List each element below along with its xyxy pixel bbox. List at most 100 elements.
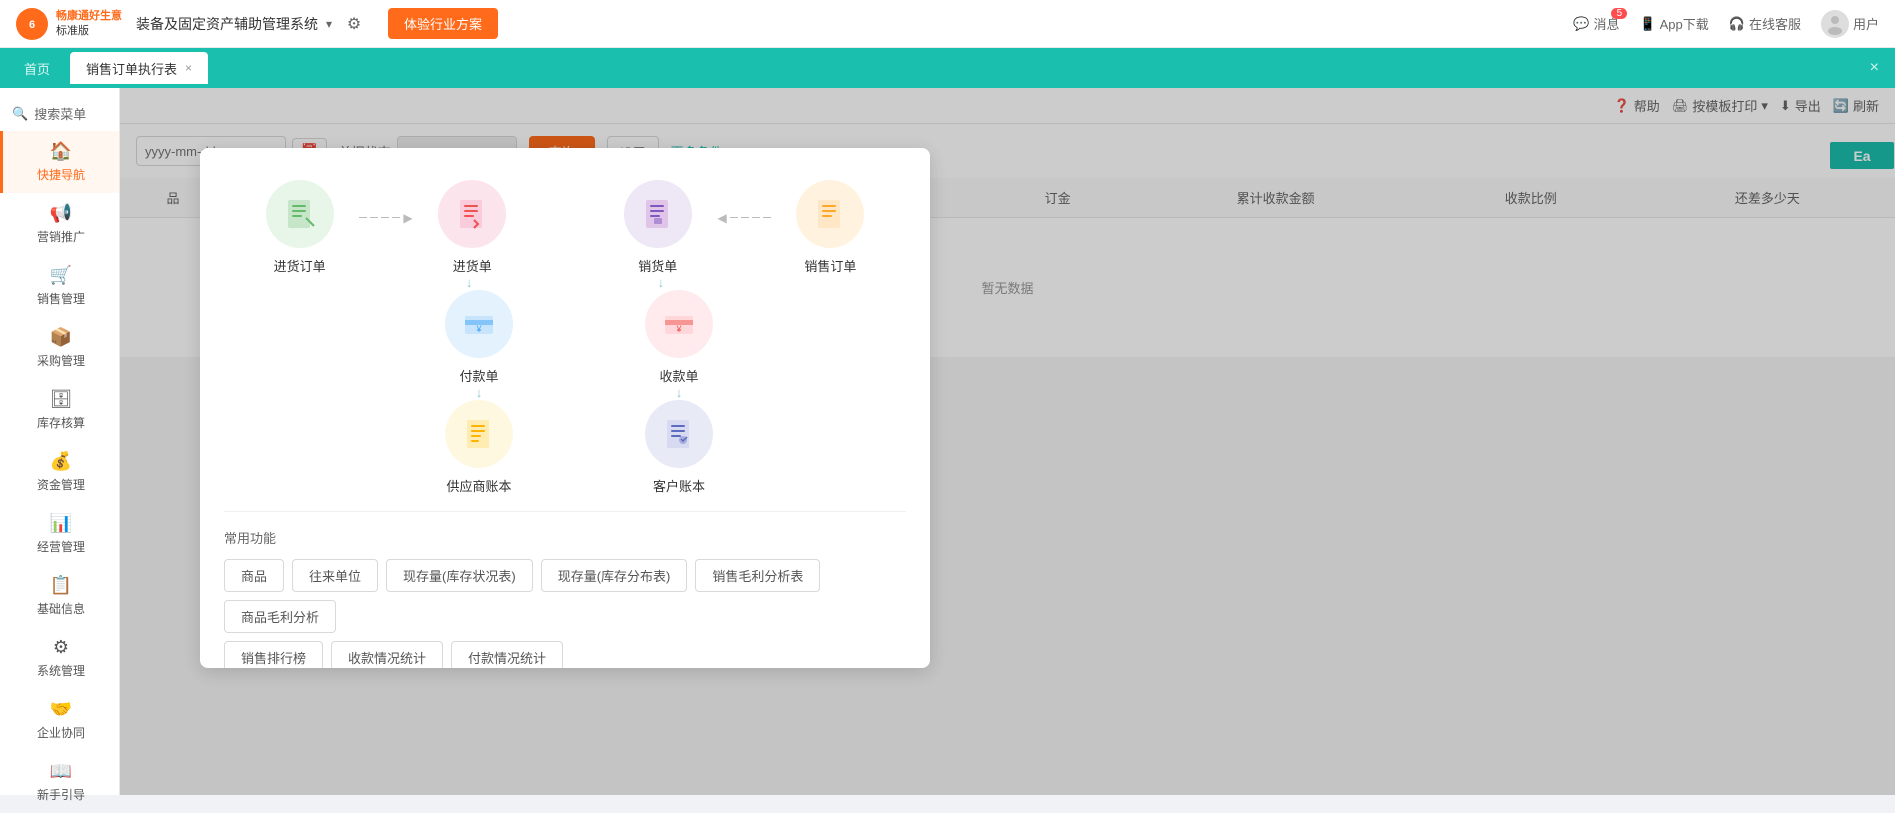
system-dropdown-btn[interactable]: ▾ <box>326 17 332 31</box>
func-buttons-row1: 商品 往来单位 现存量(库存状况表) 现存量(库存分布表) 销售毛利分析表 商品… <box>224 559 906 633</box>
marketing-icon: 📢 <box>50 203 72 224</box>
common-func-title: 常用功能 <box>224 528 906 547</box>
sidebar-item-newbie[interactable]: 📖 新手引导 <box>0 751 119 813</box>
search-menu-btn[interactable]: 🔍 搜索菜单 <box>0 96 119 131</box>
sidebar-quick-nav-label: 快捷导航 <box>37 166 85 183</box>
newbie-icon: 📖 <box>50 761 72 782</box>
flow-diagram: 进货订单 ▶ 进货单 <box>224 172 906 511</box>
basic-info-icon: 📋 <box>50 575 72 596</box>
sidebar-item-sales[interactable]: 🛒 销售管理 <box>0 255 119 317</box>
purchase-order-label: 进货订单 <box>274 256 326 275</box>
flow-node-supplier-account[interactable]: 供应商账本 <box>419 400 539 495</box>
flow-node-payment[interactable]: ¥ 付款单 <box>419 290 539 385</box>
flow-node-receipt[interactable]: ¥ 收款单 <box>619 290 739 385</box>
operations-icon: 📊 <box>50 513 72 534</box>
sidebar-item-inventory[interactable]: 🗄 库存核算 <box>0 379 119 441</box>
tab-close-icon[interactable]: × <box>185 61 192 75</box>
logo-text: 畅康通好生意 标准版 <box>56 9 122 38</box>
header-right: 💬 消息 5 📱 App下载 🎧 在线客服 用户 <box>1573 10 1879 38</box>
user-name: 用户 <box>1853 14 1879 33</box>
func-btn-product-profit[interactable]: 商品毛利分析 <box>224 600 336 633</box>
spacer-da3 <box>527 275 604 290</box>
svg-text:¥: ¥ <box>475 324 482 334</box>
supplier-account-label: 供应商账本 <box>446 476 511 495</box>
sidebar-item-quick-nav[interactable]: 🏠 快捷导航 <box>0 131 119 193</box>
trial-btn[interactable]: 体验行业方案 <box>388 8 498 39</box>
arrow-po-pb: ▶ <box>359 211 412 225</box>
spacer-da1 <box>244 275 359 290</box>
down-arrow-sales: ↓ <box>603 275 718 290</box>
flow-node-purchase-bill[interactable]: 进货单 <box>417 180 528 275</box>
down-arrows-row2: ↓ ↓ <box>224 385 906 400</box>
logo-icon: 6 <box>16 8 48 40</box>
flow-node-customer-account[interactable]: 客户账本 <box>619 400 739 495</box>
online-service-label: 在线客服 <box>1749 14 1801 33</box>
tab-sales-order-exec[interactable]: 销售订单执行表 × <box>70 52 208 84</box>
flow-node-sales-order[interactable]: 销售订单 <box>775 180 886 275</box>
func-btn-sales-profit[interactable]: 销售毛利分析表 <box>695 559 820 592</box>
func-btn-partner[interactable]: 往来单位 <box>292 559 378 592</box>
inventory-icon: 🗄 <box>50 389 73 410</box>
download-icon: 📱 <box>1639 16 1655 32</box>
sidebar-item-finance[interactable]: 💰 资金管理 <box>0 441 119 503</box>
sales-order-circle <box>796 180 864 248</box>
func-btn-payment-stats[interactable]: 付款情况统计 <box>451 641 563 668</box>
purchase-bill-label: 进货单 <box>453 256 492 275</box>
flow-node-sales-bill[interactable]: 销货单 <box>602 180 713 275</box>
enterprise-icon: 🤝 <box>50 699 72 720</box>
message-badge: 5 <box>1611 8 1627 19</box>
spacer-da5 <box>771 275 886 290</box>
func-btn-stock-dist[interactable]: 现存量(库存分布表) <box>541 559 688 592</box>
search-menu-label: 搜索菜单 <box>34 104 86 123</box>
purchase-order-circle <box>266 180 334 248</box>
sales-bill-circle <box>624 180 692 248</box>
svg-text:¥: ¥ <box>675 324 682 334</box>
sidebar-item-operations[interactable]: 📊 经营管理 <box>0 503 119 565</box>
app-download-btn[interactable]: 📱 App下载 <box>1639 14 1708 33</box>
flow-row-1: 进货订单 ▶ 进货单 <box>224 180 906 275</box>
user-area[interactable]: 用户 <box>1821 10 1879 38</box>
modal-overlay[interactable]: 进货订单 ▶ 进货单 <box>120 88 1895 795</box>
sidebar-item-basic-info[interactable]: 📋 基础信息 <box>0 565 119 627</box>
spacer-da4 <box>718 275 771 290</box>
down-arrow-receipt: ↓ <box>619 385 739 400</box>
logo-area: 6 畅康通好生意 标准版 <box>16 8 136 40</box>
sales-icon: 🛒 <box>50 265 72 286</box>
sidebar-sales-label: 销售管理 <box>37 290 85 307</box>
flow-row-2: ¥ 付款单 ¥ 收款单 <box>224 290 906 385</box>
func-btn-sales-rank[interactable]: 销售排行榜 <box>224 641 323 668</box>
sidebar-item-marketing[interactable]: 📢 营销推广 <box>0 193 119 255</box>
top-header: 6 畅康通好生意 标准版 装备及固定资产辅助管理系统 ▾ ⚙ 体验行业方案 💬 … <box>0 0 1895 48</box>
sidebar-item-system[interactable]: ⚙ 系统管理 <box>0 627 119 689</box>
flow-node-purchase-order[interactable]: 进货订单 <box>244 180 355 275</box>
tab-bar-close-btn[interactable]: × <box>1862 55 1887 81</box>
customer-account-circle <box>645 400 713 468</box>
search-icon: 🔍 <box>12 106 28 122</box>
home-icon: 🏠 <box>50 141 72 162</box>
spacer-da2 <box>359 275 412 290</box>
down-arrow-payment: ↓ <box>419 385 539 400</box>
sidebar-finance-label: 资金管理 <box>37 476 85 493</box>
message-btn[interactable]: 💬 消息 5 <box>1573 14 1619 33</box>
sidebar-item-purchase[interactable]: 📦 采购管理 <box>0 317 119 379</box>
online-service-btn[interactable]: 🎧 在线客服 <box>1729 14 1801 33</box>
system-title-text: 装备及固定资产辅助管理系统 <box>136 14 318 34</box>
func-btn-product[interactable]: 商品 <box>224 559 284 592</box>
payment-circle: ¥ <box>445 290 513 358</box>
tab-home[interactable]: 首页 <box>8 52 66 84</box>
receipt-label: 收款单 <box>659 366 698 385</box>
settings-gear-btn[interactable]: ⚙ <box>340 10 368 38</box>
sales-order-label: 销售订单 <box>804 256 856 275</box>
modal-box: 进货订单 ▶ 进货单 <box>200 148 930 668</box>
func-btn-stock-status[interactable]: 现存量(库存状况表) <box>386 559 533 592</box>
system-title-area: 装备及固定资产辅助管理系统 ▾ ⚙ 体验行业方案 <box>136 8 1573 39</box>
func-btn-receipt-stats[interactable]: 收款情况统计 <box>331 641 443 668</box>
purchase-bill-circle <box>438 180 506 248</box>
app-download-label: App下载 <box>1660 14 1709 33</box>
main-layout: 🔍 搜索菜单 🏠 快捷导航 📢 营销推广 🛒 销售管理 📦 采购管理 🗄 库存核… <box>0 88 1895 795</box>
supplier-account-circle <box>445 400 513 468</box>
sidebar-marketing-label: 营销推广 <box>37 228 85 245</box>
tab-sales-label: 销售订单执行表 <box>86 59 177 78</box>
sidebar-item-enterprise[interactable]: 🤝 企业协同 <box>0 689 119 751</box>
message-icon: 💬 <box>1573 16 1589 32</box>
